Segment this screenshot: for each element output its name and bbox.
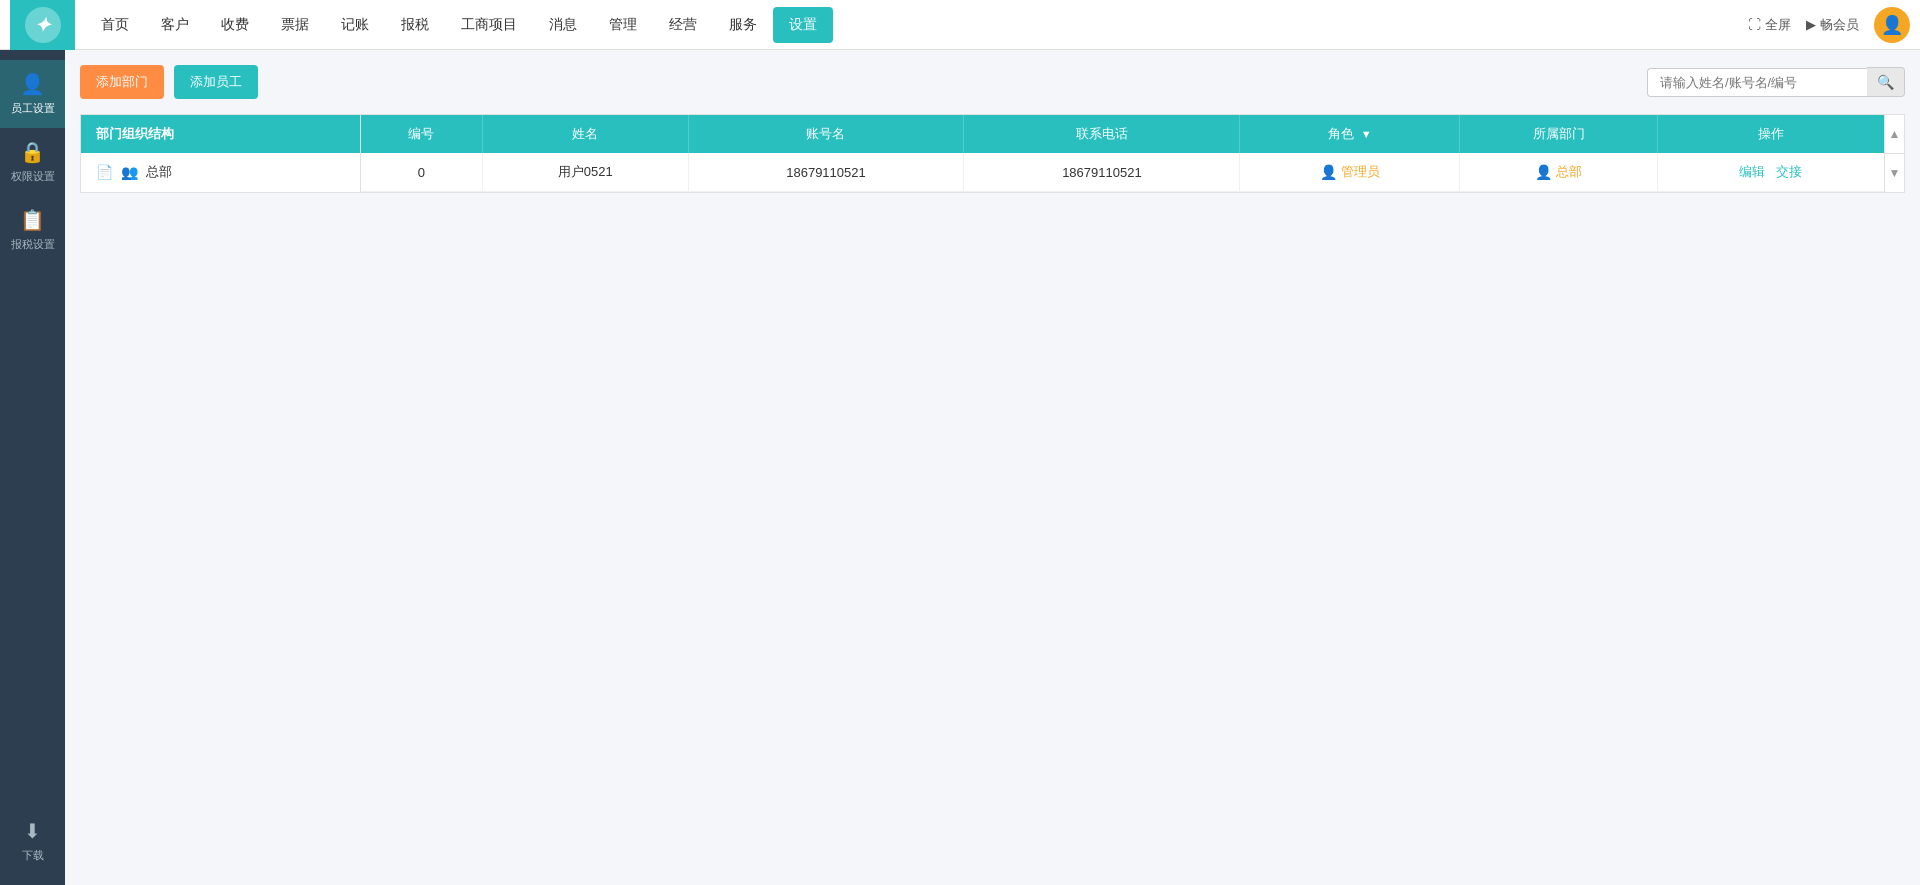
nav-item-operation[interactable]: 经营 xyxy=(653,0,713,50)
search-area: 🔍 xyxy=(1647,67,1905,97)
nav-item-service[interactable]: 服务 xyxy=(713,0,773,50)
sidebar-item-download[interactable]: ⬇ 下载 xyxy=(0,807,65,875)
sidebar-permission-label: 权限设置 xyxy=(11,169,55,184)
search-button[interactable]: 🔍 xyxy=(1867,67,1905,97)
employee-table: 编号 姓名 账号名 联系电话 角色 ▼ 所属部门 操作 xyxy=(361,115,1884,192)
employee-area: 部门组织结构 📄 👥 总部 编号 姓名 账号名 联系电话 xyxy=(80,114,1905,193)
nav-item-tax[interactable]: 报税 xyxy=(385,0,445,50)
toolbar: 添加部门 添加员工 🔍 xyxy=(80,65,1905,99)
role-filter-icon[interactable]: ▼ xyxy=(1361,128,1372,140)
sidebar: 👤 员工设置 🔒 权限设置 📋 报税设置 ⬇ 下载 xyxy=(0,50,65,885)
dept-value: 总部 xyxy=(1556,163,1582,181)
nav-item-customer[interactable]: 客户 xyxy=(145,0,205,50)
transfer-link[interactable]: 交接 xyxy=(1776,164,1802,179)
role-badge: 👤 管理员 xyxy=(1320,163,1380,181)
lock-icon: 🔒 xyxy=(20,140,45,164)
nav-item-ticket[interactable]: 票据 xyxy=(265,0,325,50)
nav-item-account[interactable]: 记账 xyxy=(325,0,385,50)
table-body: 0 用户0521 18679110521 18679110521 👤 管理员 xyxy=(361,153,1884,192)
cell-action: 编辑 交接 xyxy=(1657,153,1884,192)
add-dept-button[interactable]: 添加部门 xyxy=(80,65,164,99)
nav-item-manage[interactable]: 管理 xyxy=(593,0,653,50)
sidebar-item-tax-settings[interactable]: 📋 报税设置 xyxy=(0,196,65,264)
nav-item-business[interactable]: 工商项目 xyxy=(445,0,533,50)
dept-name: 总部 xyxy=(146,163,172,181)
fullscreen-btn[interactable]: ⛶ 全屏 xyxy=(1748,16,1791,34)
dept-user-icon: 👥 xyxy=(121,164,138,180)
role-label: 角色 xyxy=(1328,126,1354,141)
search-input[interactable] xyxy=(1647,68,1867,97)
role-value: 管理员 xyxy=(1341,163,1380,181)
col-header-account: 账号名 xyxy=(688,115,964,153)
sidebar-tax-label: 报税设置 xyxy=(11,237,55,252)
employee-icon: 👤 xyxy=(20,72,45,96)
cell-id: 0 xyxy=(361,153,482,192)
fullscreen-icon: ⛶ xyxy=(1748,17,1761,32)
nav-item-home[interactable]: 首页 xyxy=(85,0,145,50)
sidebar-item-permission[interactable]: 🔒 权限设置 xyxy=(0,128,65,196)
vip-label: 畅会员 xyxy=(1820,16,1859,34)
scroll-control: ▲ ▼ xyxy=(1884,115,1904,192)
vip-icon: ▶ xyxy=(1806,17,1816,32)
col-header-id: 编号 xyxy=(361,115,482,153)
col-header-phone: 联系电话 xyxy=(964,115,1240,153)
col-header-dept: 所属部门 xyxy=(1460,115,1657,153)
sidebar-download-label: 下载 xyxy=(22,848,44,863)
col-header-role[interactable]: 角色 ▼ xyxy=(1240,115,1460,153)
dept-tree-header: 部门组织结构 xyxy=(81,115,360,153)
main-layout: 👤 员工设置 🔒 权限设置 📋 报税设置 ⬇ 下载 添加部门 添加员工 🔍 xyxy=(0,50,1920,885)
download-icon: ⬇ xyxy=(24,819,41,843)
cell-account: 18679110521 xyxy=(688,153,964,192)
logo-icon: ✦ xyxy=(25,7,61,43)
cell-phone: 18679110521 xyxy=(964,153,1240,192)
dept-user-icon: 👤 xyxy=(1535,164,1552,180)
dept-tree-item-root[interactable]: 📄 👥 总部 xyxy=(81,153,360,191)
top-navigation: ✦ 首页 客户 收费 票据 记账 报税 工商项目 消息 管理 经营 服务 设置 … xyxy=(0,0,1920,50)
scroll-up-btn[interactable]: ▲ xyxy=(1885,115,1904,154)
fullscreen-label: 全屏 xyxy=(1765,16,1791,34)
edit-link[interactable]: 编辑 xyxy=(1739,164,1765,179)
cell-role: 👤 管理员 xyxy=(1240,153,1460,192)
main-content: 添加部门 添加员工 🔍 部门组织结构 📄 👥 总部 xyxy=(65,50,1920,885)
user-avatar[interactable]: 👤 xyxy=(1874,7,1910,43)
app-logo[interactable]: ✦ xyxy=(10,0,75,50)
folder-icon: 📄 xyxy=(96,164,113,180)
cell-dept: 👤 总部 xyxy=(1460,153,1657,192)
nav-item-settings[interactable]: 设置 xyxy=(773,7,833,43)
tax-settings-icon: 📋 xyxy=(20,208,45,232)
vip-btn[interactable]: ▶ 畅会员 xyxy=(1806,16,1859,34)
table-header: 编号 姓名 账号名 联系电话 角色 ▼ 所属部门 操作 xyxy=(361,115,1884,153)
col-header-name: 姓名 xyxy=(482,115,688,153)
sidebar-item-employee[interactable]: 👤 员工设置 xyxy=(0,60,65,128)
dept-tree: 部门组织结构 📄 👥 总部 xyxy=(81,115,361,192)
cell-name: 用户0521 xyxy=(482,153,688,192)
sidebar-employee-label: 员工设置 xyxy=(11,101,55,116)
scroll-down-btn[interactable]: ▼ xyxy=(1885,154,1904,192)
table-row: 0 用户0521 18679110521 18679110521 👤 管理员 xyxy=(361,153,1884,192)
nav-item-message[interactable]: 消息 xyxy=(533,0,593,50)
dept-badge: 👤 总部 xyxy=(1535,163,1582,181)
employee-table-wrap: 编号 姓名 账号名 联系电话 角色 ▼ 所属部门 操作 xyxy=(361,115,1884,192)
role-user-icon: 👤 xyxy=(1320,164,1337,180)
nav-right-area: ⛶ 全屏 ▶ 畅会员 👤 xyxy=(1748,7,1910,43)
nav-item-fee[interactable]: 收费 xyxy=(205,0,265,50)
add-employee-button[interactable]: 添加员工 xyxy=(174,65,258,99)
sidebar-bottom: ⬇ 下载 xyxy=(0,807,65,875)
col-header-action: 操作 xyxy=(1657,115,1884,153)
nav-menu: 首页 客户 收费 票据 记账 报税 工商项目 消息 管理 经营 服务 设置 xyxy=(85,0,1748,50)
